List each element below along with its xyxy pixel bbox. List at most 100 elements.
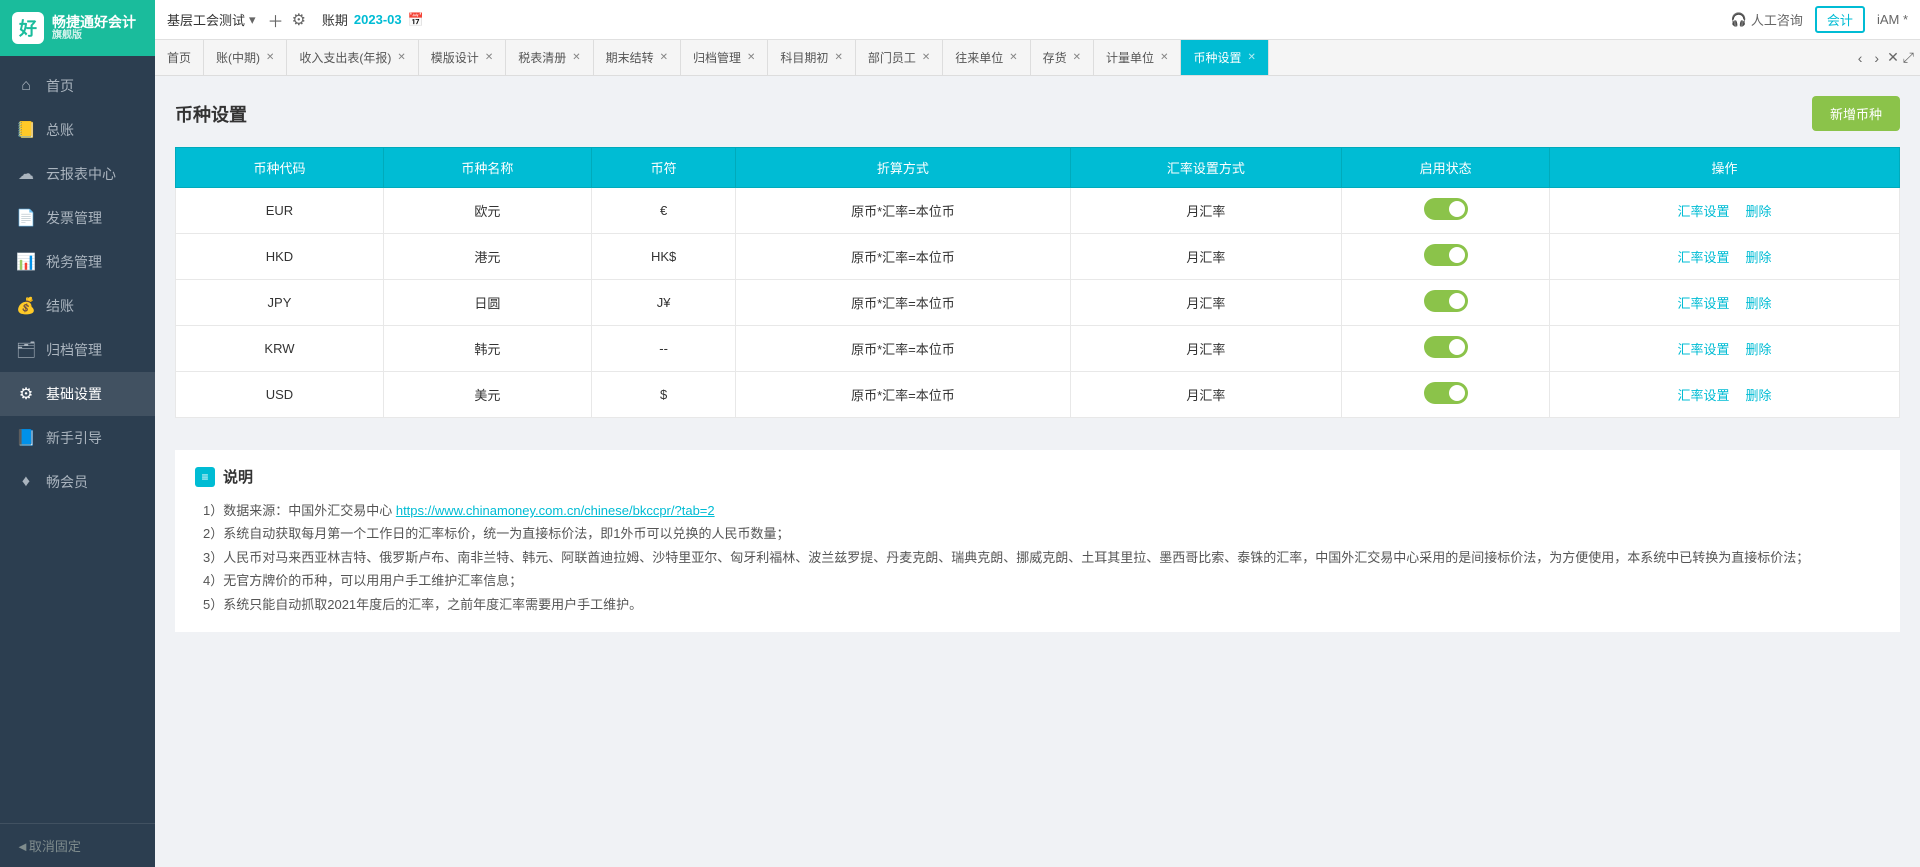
delete-link[interactable]: 删除 (1746, 250, 1772, 265)
sidebar-item-畅会员[interactable]: ♦畅会员 (0, 460, 155, 504)
sidebar-item-新手引导[interactable]: 📘新手引导 (0, 416, 155, 460)
topbar: 基层工会测试 ▾ ＋ ⚙ 账期 2023-03 📅 🎧 人工咨询 会计 iAM … (155, 0, 1920, 40)
cell-币符: $ (591, 372, 735, 418)
help-button[interactable]: 🎧 人工咨询 (1731, 10, 1803, 29)
tab-next-button[interactable]: › (1870, 48, 1883, 68)
col-header-币种代码: 币种代码 (176, 148, 384, 188)
rate-setting-link[interactable]: 汇率设置 (1678, 296, 1730, 311)
enable-toggle[interactable] (1424, 290, 1468, 312)
tab-部门员工[interactable]: 部门员工 ✕ (856, 40, 943, 75)
page-title: 币种设置 (175, 101, 247, 127)
tab-归档管理[interactable]: 归档管理 ✕ (681, 40, 768, 75)
add-tab-button[interactable]: ＋ (268, 8, 284, 32)
nav-label: 归档管理 (46, 340, 102, 360)
cell-币符: HK$ (591, 234, 735, 280)
tab-首页[interactable]: 首页 (155, 40, 204, 75)
sidebar-item-首页[interactable]: ⌂首页 (0, 64, 155, 108)
tab-往来单位[interactable]: 往来单位 ✕ (943, 40, 1030, 75)
tab-模版设计[interactable]: 模版设计 ✕ (419, 40, 506, 75)
tab-税表清册[interactable]: 税表清册 ✕ (506, 40, 593, 75)
maximize-button[interactable]: ⤢ (1903, 49, 1914, 66)
rate-setting-link[interactable]: 汇率设置 (1678, 342, 1730, 357)
cell-actions: 汇率设置 删除 (1550, 188, 1900, 234)
delete-link[interactable]: 删除 (1746, 204, 1772, 219)
tab-科目期初[interactable]: 科目期初 ✕ (768, 40, 855, 75)
tab-close-icon[interactable]: ✕ (1160, 52, 1168, 63)
company-selector[interactable]: 基层工会测试 ▾ (167, 10, 256, 29)
tab-期末结转[interactable]: 期末结转 ✕ (594, 40, 681, 75)
tab-nav-controls: ‹ › ✕ ⤢ (1848, 48, 1920, 68)
tab-存货[interactable]: 存货 ✕ (1031, 40, 1094, 75)
tab-close-icon[interactable]: ✕ (1009, 52, 1017, 63)
sidebar-item-归档管理[interactable]: 🗂归档管理 (0, 328, 155, 372)
delete-link[interactable]: 删除 (1746, 296, 1772, 311)
tab-label: 税表清册 (518, 49, 566, 66)
logo-icon: 好 (12, 12, 44, 44)
sidebar-item-总账[interactable]: 📒总账 (0, 108, 155, 152)
sidebar-pin-toggle[interactable]: ◄取消固定 (0, 823, 155, 867)
sidebar-item-结账[interactable]: 💰结账 (0, 284, 155, 328)
table-body: EUR欧元€原币*汇率=本位币月汇率汇率设置删除HKD港元HK$原币*汇率=本位… (176, 188, 1900, 418)
sidebar-item-税务管理[interactable]: 📊税务管理 (0, 240, 155, 284)
tab-close-icon[interactable]: ✕ (1073, 52, 1081, 63)
account-button[interactable]: 会计 (1815, 6, 1865, 33)
table-row: KRW韩元--原币*汇率=本位币月汇率汇率设置删除 (176, 326, 1900, 372)
cell-汇率设置方式: 月汇率 (1070, 372, 1342, 418)
tab-prev-button[interactable]: ‹ (1854, 48, 1867, 68)
calendar-icon[interactable]: 📅 (408, 12, 424, 28)
nav-icon: 📒 (16, 120, 36, 140)
new-currency-button[interactable]: 新增币种 (1812, 96, 1900, 131)
tab-close-icon[interactable]: ✕ (922, 52, 930, 63)
notes-title: ≡ 说明 (195, 466, 1880, 487)
tab-收入支出表(年报)[interactable]: 收入支出表(年报) ✕ (287, 40, 418, 75)
sidebar-item-发票管理[interactable]: 📄发票管理 (0, 196, 155, 240)
table-row: EUR欧元€原币*汇率=本位币月汇率汇率设置删除 (176, 188, 1900, 234)
tab-close-icon[interactable]: ✕ (485, 52, 493, 63)
cell-status (1342, 188, 1550, 234)
rate-setting-link[interactable]: 汇率设置 (1678, 388, 1730, 403)
delete-link[interactable]: 删除 (1746, 342, 1772, 357)
chevron-down-icon: ▾ (249, 12, 256, 28)
enable-toggle[interactable] (1424, 244, 1468, 266)
enable-toggle[interactable] (1424, 198, 1468, 220)
cell-币种代码: KRW (176, 326, 384, 372)
nav-label: 基础设置 (46, 384, 102, 404)
cell-折算方式: 原币*汇率=本位币 (736, 280, 1070, 326)
rate-setting-link[interactable]: 汇率设置 (1678, 250, 1730, 265)
chinamoney-link[interactable]: https://www.chinamoney.com.cn/chinese/bk… (396, 503, 715, 518)
cell-actions: 汇率设置 删除 (1550, 280, 1900, 326)
tab-label: 科目期初 (780, 49, 828, 66)
notes-item-1: 1）数据来源：中国外汇交易中心 https://www.chinamoney.c… (195, 499, 1880, 522)
close-all-tabs-button[interactable]: ✕ (1887, 49, 1899, 66)
col-header-币符: 币符 (591, 148, 735, 188)
table-row: HKD港元HK$原币*汇率=本位币月汇率汇率设置删除 (176, 234, 1900, 280)
tab-label: 首页 (167, 49, 191, 66)
tab-close-icon[interactable]: ✕ (572, 52, 580, 63)
tab-计量单位[interactable]: 计量单位 ✕ (1094, 40, 1181, 75)
tab-close-icon[interactable]: ✕ (1247, 52, 1255, 63)
enable-toggle[interactable] (1424, 336, 1468, 358)
tab-close-icon[interactable]: ✕ (747, 52, 755, 63)
notes-item-3: 3）人民币对马来西亚林吉特、俄罗斯卢布、南非兰特、韩元、阿联酋迪拉姆、沙特里亚尔… (195, 546, 1880, 569)
cell-汇率设置方式: 月汇率 (1070, 234, 1342, 280)
cell-币符: J¥ (591, 280, 735, 326)
app-edition: 旗舰版 (52, 30, 136, 42)
company-name: 基层工会测试 (167, 10, 245, 29)
delete-link[interactable]: 删除 (1746, 388, 1772, 403)
cell-币种名称: 欧元 (383, 188, 591, 234)
nav-label: 发票管理 (46, 208, 102, 228)
tab-币种设置[interactable]: 币种设置 ✕ (1181, 40, 1268, 75)
nav-icon: ⌂ (16, 77, 36, 95)
enable-toggle[interactable] (1424, 382, 1468, 404)
col-header-汇率设置方式: 汇率设置方式 (1070, 148, 1342, 188)
tab-close-icon[interactable]: ✕ (397, 52, 405, 63)
tab-close-icon[interactable]: ✕ (660, 52, 668, 63)
rate-setting-link[interactable]: 汇率设置 (1678, 204, 1730, 219)
tab-close-icon[interactable]: ✕ (266, 52, 274, 63)
settings-icon[interactable]: ⚙ (292, 10, 306, 30)
cell-折算方式: 原币*汇率=本位币 (736, 372, 1070, 418)
sidebar-item-基础设置[interactable]: ⚙基础设置 (0, 372, 155, 416)
sidebar-item-云报表中心[interactable]: ☁云报表中心 (0, 152, 155, 196)
tab-close-icon[interactable]: ✕ (834, 52, 842, 63)
tab-账(中期)[interactable]: 账(中期) ✕ (204, 40, 287, 75)
